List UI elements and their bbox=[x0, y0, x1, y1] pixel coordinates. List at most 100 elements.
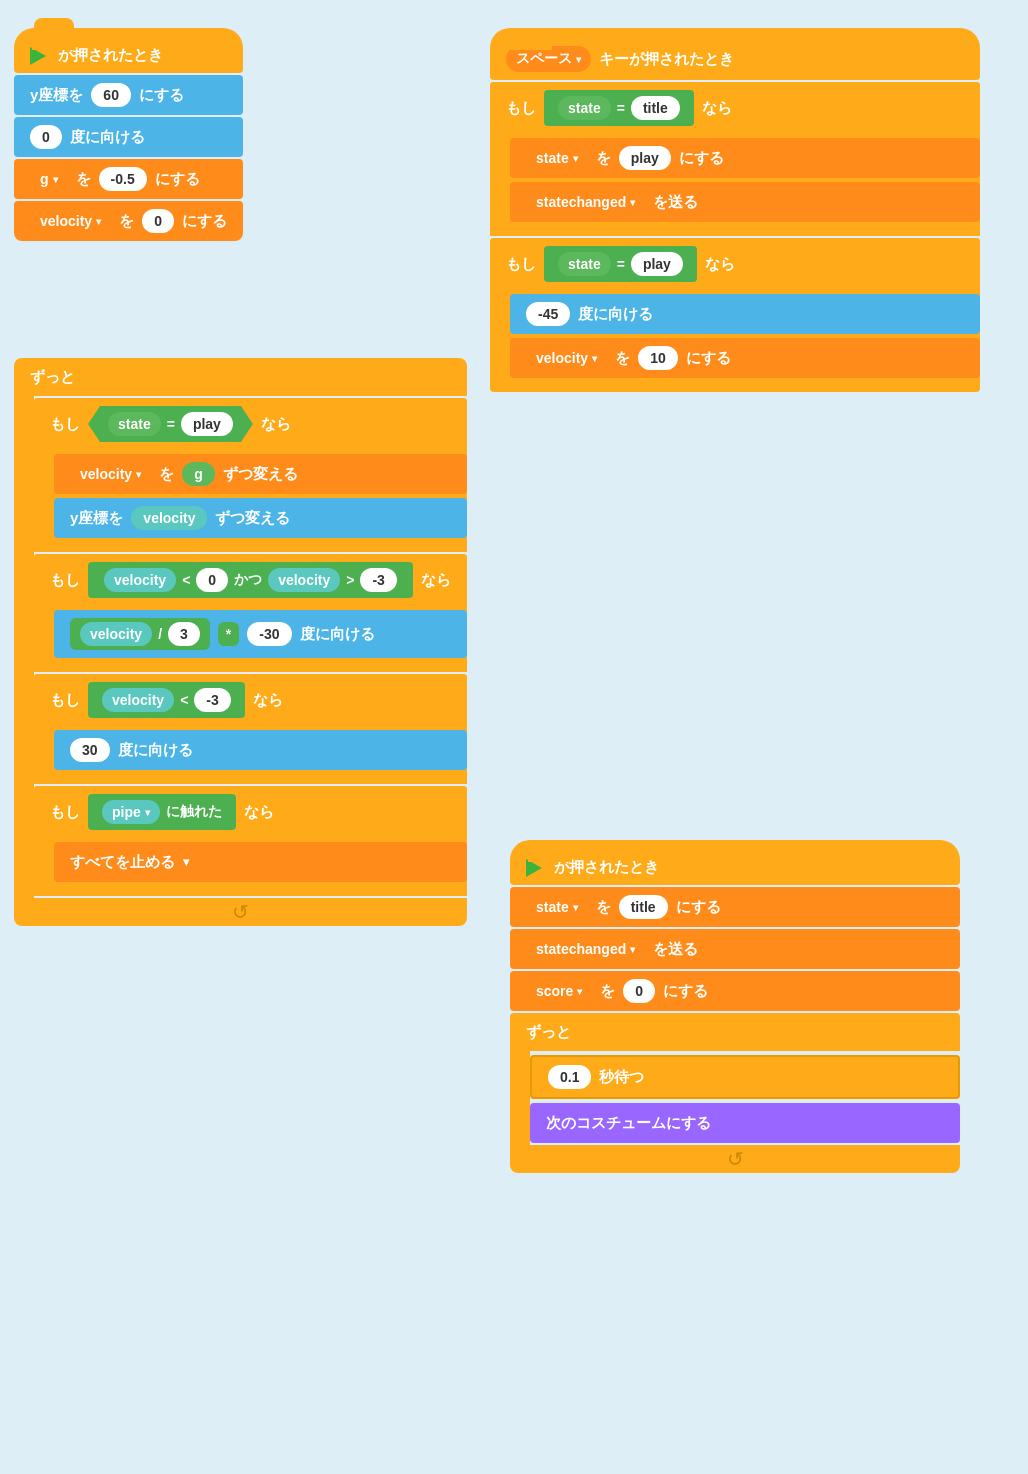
if-state-play-1: もし state = play なら velocit bbox=[34, 398, 467, 552]
dropdown-stop[interactable]: ▾ bbox=[183, 855, 189, 869]
rep-state-1[interactable]: state bbox=[108, 412, 161, 436]
bool-pipe-touch: pipe ▾ に触れた bbox=[88, 794, 236, 830]
forever-label-2: ずっと bbox=[526, 1023, 571, 1042]
if-header-1[interactable]: もし state = play なら bbox=[34, 398, 467, 450]
send-statechanged-2[interactable]: statechanged ▾ を送る bbox=[510, 929, 960, 969]
bool-vel-lt0: velocity < 0 かつ velocity > -3 bbox=[88, 562, 413, 598]
bool-vel-lt-neg3: velocity < -3 bbox=[88, 682, 245, 718]
reporter-g[interactable]: g ▾ bbox=[30, 167, 68, 191]
send-statechanged-1[interactable]: statechanged ▾ を送る bbox=[510, 182, 980, 222]
hat-flag-2[interactable]: が押されたとき bbox=[510, 840, 960, 885]
set-dir-0[interactable]: 0 度に向ける bbox=[14, 117, 243, 157]
change-vel-by-g[interactable]: velocity ▾ を g ずつ変える bbox=[54, 454, 467, 494]
rep-score[interactable]: score ▾ bbox=[526, 979, 592, 1003]
if-vel-lt-neg3: もし velocity < -3 なら 30 度に bbox=[34, 674, 467, 784]
val-10: 10 bbox=[638, 346, 678, 370]
if-header-play2[interactable]: もし state = play なら bbox=[490, 238, 980, 290]
hat-flag-pressed-1[interactable]: が押されたとき bbox=[14, 28, 243, 73]
forever-bar-2 bbox=[510, 1051, 530, 1145]
set-dir-neg45[interactable]: -45 度に向ける bbox=[510, 294, 980, 334]
if-bottom-vel2 bbox=[34, 772, 467, 784]
forever-content: もし state = play なら velocit bbox=[34, 396, 467, 898]
val-title-2: title bbox=[619, 895, 668, 919]
rep-pipe[interactable]: pipe ▾ bbox=[102, 800, 160, 824]
if-inner-vel: velocity / 3 * -30 度に向ける bbox=[34, 606, 467, 660]
val-play-3: play bbox=[631, 252, 683, 276]
if-inner-pipe: すべてを止める ▾ bbox=[34, 838, 467, 884]
val-neg30: -30 bbox=[247, 622, 291, 646]
if-content-1: velocity ▾ を g ずつ変える y座標を velocity ずつ変える bbox=[54, 450, 467, 540]
bool-state-play-2: state = play bbox=[544, 246, 697, 282]
rep-vel-6[interactable]: velocity bbox=[102, 688, 174, 712]
if-bottom-pipe bbox=[34, 884, 467, 896]
group1: が押されたとき y座標を 60 にする 0 度に向ける g ▾ を -0.5 に… bbox=[14, 28, 243, 241]
val-neg30-op: * bbox=[218, 622, 239, 646]
wait-01[interactable]: 0.1 秒待つ bbox=[530, 1055, 960, 1099]
forever-header-2[interactable]: ずっと bbox=[510, 1013, 960, 1051]
rep-velocity-2[interactable]: velocity ▾ bbox=[70, 462, 151, 486]
if-header-title[interactable]: もし state = title なら bbox=[490, 82, 980, 134]
if-content-title: state ▾ を play にする statechanged ▾ を送る bbox=[510, 134, 980, 224]
if-bar-play2 bbox=[490, 290, 510, 380]
if-header-vel[interactable]: もし velocity < 0 かつ velocity > -3 なら bbox=[34, 554, 467, 606]
forever-inner-2: 0.1 秒待つ 次のコスチュームにする bbox=[510, 1051, 960, 1145]
if-bar-1 bbox=[34, 450, 54, 540]
set-velocity-0[interactable]: velocity ▾ を 0 にする bbox=[14, 201, 243, 241]
rep-vel-3[interactable]: velocity bbox=[104, 568, 176, 592]
if-bar-title bbox=[490, 134, 510, 224]
set-y-60[interactable]: y座標を 60 にする bbox=[14, 75, 243, 115]
set-g[interactable]: g ▾ を -0.5 にする bbox=[14, 159, 243, 199]
group4-flag: が押されたとき state ▾ を title にする statechanged… bbox=[510, 840, 960, 1173]
if-header-pipe[interactable]: もし pipe ▾ に触れた なら bbox=[34, 786, 467, 838]
if-bottom-title bbox=[490, 224, 980, 236]
if-header-vel2[interactable]: もし velocity < -3 なら bbox=[34, 674, 467, 726]
next-costume[interactable]: 次のコスチュームにする bbox=[530, 1103, 960, 1143]
forever-bar bbox=[14, 396, 34, 898]
if-bar-vel2 bbox=[34, 726, 54, 772]
val-3: 3 bbox=[168, 622, 200, 646]
loop-arrow-1: ↺ bbox=[232, 900, 249, 924]
if-pipe-touch: もし pipe ▾ に触れた なら すべてを止める ▾ bbox=[34, 786, 467, 896]
set-dir-vel[interactable]: velocity / 3 * -30 度に向ける bbox=[54, 610, 467, 658]
forever-footer-2: ↺ bbox=[510, 1145, 960, 1173]
val-neg3: -3 bbox=[360, 568, 396, 592]
set-dir-30[interactable]: 30 度に向ける bbox=[54, 730, 467, 770]
val-neg45: -45 bbox=[526, 302, 570, 326]
if-content-vel: velocity / 3 * -30 度に向ける bbox=[54, 606, 467, 660]
val-play-2: play bbox=[619, 146, 671, 170]
reporter-velocity-1[interactable]: velocity ▾ bbox=[30, 209, 111, 233]
if-state-play-2: もし state = play なら -45 度に向ける bbox=[490, 238, 980, 392]
rep-state-2[interactable]: state bbox=[558, 96, 611, 120]
val-g: g bbox=[182, 462, 215, 486]
if-inner-vel2: 30 度に向ける bbox=[34, 726, 467, 772]
rep-state-3[interactable]: state ▾ bbox=[526, 146, 588, 170]
operator-vel-div: velocity / 3 bbox=[70, 618, 210, 650]
if-bar-pipe bbox=[34, 838, 54, 884]
val-01: 0.1 bbox=[548, 1065, 591, 1089]
rep-statechanged-1[interactable]: statechanged ▾ bbox=[526, 190, 645, 214]
forever-label: ずっと bbox=[30, 368, 75, 387]
loop-arrow-2: ↺ bbox=[727, 1147, 744, 1171]
rep-statechanged-2[interactable]: statechanged ▾ bbox=[526, 937, 645, 961]
val-play-1: play bbox=[181, 412, 233, 436]
scratch-canvas: が押されたとき y座標を 60 にする 0 度に向ける g ▾ を -0.5 に… bbox=[0, 0, 1028, 1474]
rep-state-5[interactable]: state ▾ bbox=[526, 895, 588, 919]
val-30: 30 bbox=[70, 738, 110, 762]
set-state-title[interactable]: state ▾ を title にする bbox=[510, 887, 960, 927]
set-state-play[interactable]: state ▾ を play にする bbox=[510, 138, 980, 178]
hat-space[interactable]: スペース ▾ キーが押されたとき bbox=[490, 28, 980, 80]
if-inner-title: state ▾ を play にする statechanged ▾ を送る bbox=[490, 134, 980, 224]
rep-state-4[interactable]: state bbox=[558, 252, 611, 276]
val-title: title bbox=[631, 96, 680, 120]
if-inner-1: velocity ▾ を g ずつ変える y座標を velocity ずつ変える bbox=[34, 450, 467, 540]
forever-header[interactable]: ずっと bbox=[14, 358, 467, 396]
val-0-vel: 0 bbox=[142, 209, 174, 233]
if-state-title: もし state = title なら state ▾ を play にする bbox=[490, 82, 980, 236]
rep-vel-5[interactable]: velocity bbox=[80, 622, 152, 646]
rep-velocity-3[interactable]: velocity ▾ bbox=[526, 346, 607, 370]
set-vel-10[interactable]: velocity ▾ を 10 にする bbox=[510, 338, 980, 378]
stop-all[interactable]: すべてを止める ▾ bbox=[54, 842, 467, 882]
rep-vel-4[interactable]: velocity bbox=[268, 568, 340, 592]
set-score-0[interactable]: score ▾ を 0 にする bbox=[510, 971, 960, 1011]
change-y-by-vel[interactable]: y座標を velocity ずつ変える bbox=[54, 498, 467, 538]
